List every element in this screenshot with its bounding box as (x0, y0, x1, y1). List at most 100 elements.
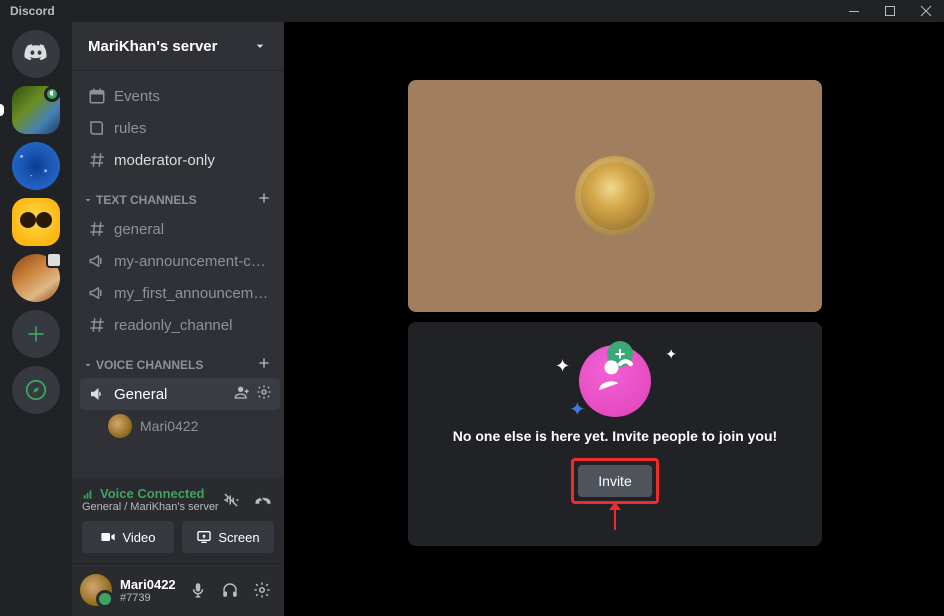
text-channel-announcement-1[interactable]: my-announcement-cha... (80, 245, 280, 277)
voice-channel-general[interactable]: General (80, 378, 280, 410)
invite-button[interactable]: Invite (578, 465, 651, 497)
invite-illustration: ✦✦✦ + (555, 338, 675, 424)
participant-avatar (575, 156, 655, 236)
text-channel-general[interactable]: general (80, 213, 280, 245)
disconnect-icon (254, 491, 272, 509)
chevron-down-icon (252, 38, 268, 54)
discord-icon (23, 41, 49, 67)
megaphone-icon (88, 252, 106, 270)
video-icon (100, 529, 116, 545)
voice-connected-label: Voice Connected (82, 486, 219, 501)
disconnect-button[interactable] (252, 489, 274, 511)
explore-servers-button[interactable] (12, 366, 60, 414)
user-info[interactable]: Mari0422 #7739 (120, 577, 176, 604)
channel-label: my-announcement-cha... (114, 253, 272, 270)
user-tag: #7739 (120, 592, 176, 604)
video-button[interactable]: Video (82, 521, 174, 553)
server-name: MariKhan's server (88, 38, 217, 55)
hash-icon (88, 220, 106, 238)
server-item[interactable] (12, 142, 60, 190)
participant-tile[interactable] (408, 80, 822, 312)
category-label: VOICE CHANNELS (96, 358, 203, 372)
active-indicator (0, 104, 4, 116)
channel-label: General (114, 386, 226, 403)
category-label: TEXT CHANNELS (96, 193, 197, 207)
minimize-button[interactable] (840, 1, 868, 21)
add-server-button[interactable] (12, 310, 60, 358)
plus-icon (256, 355, 272, 371)
deafen-button[interactable] (216, 576, 244, 604)
gear-icon (253, 581, 271, 599)
server-item[interactable] (12, 198, 60, 246)
add-channel-button[interactable] (256, 355, 272, 374)
headphones-icon (221, 581, 239, 599)
events-channel[interactable]: Events (80, 80, 280, 112)
member-name: Mari0422 (140, 418, 198, 434)
channel-label: rules (114, 120, 272, 137)
voice-channel-path: General / MariKhan's server (82, 501, 219, 513)
highlight-box: Invite (571, 458, 658, 504)
channel-label: readonly_channel (114, 317, 272, 334)
window-controls (840, 1, 940, 21)
mic-icon (189, 581, 207, 599)
calendar-icon (88, 87, 106, 105)
channel-label: my_first_announcemen... (114, 285, 272, 302)
megaphone-icon (88, 284, 106, 302)
app-name: Discord (10, 4, 55, 18)
channels-scroll: Events rules moderator-only TEXT CHANNEL… (72, 70, 284, 478)
user-panel: Mari0422 #7739 (72, 564, 284, 616)
titlebar: Discord (0, 0, 944, 22)
speaker-icon (88, 385, 106, 403)
text-channel-announcement-2[interactable]: my_first_announcemen... (80, 277, 280, 309)
event-badge (46, 252, 62, 268)
wave-icon (594, 355, 636, 397)
server-rail (0, 22, 72, 616)
server-header[interactable]: MariKhan's server (72, 22, 284, 70)
invite-tile: ✦✦✦ + No one else is here yet. Invite pe… (408, 322, 822, 546)
voice-stage: ✦✦✦ + No one else is here yet. Invite pe… (284, 22, 944, 616)
user-settings-button[interactable] (248, 576, 276, 604)
moderator-only-channel[interactable]: moderator-only (80, 144, 280, 176)
server-item[interactable] (12, 254, 60, 302)
annotation-arrow (614, 510, 616, 530)
channel-sidebar: MariKhan's server Events rules moderator… (72, 22, 284, 616)
maximize-icon (884, 5, 896, 17)
signal-icon (82, 487, 96, 501)
channel-settings-button[interactable] (256, 384, 272, 404)
voice-badge (44, 86, 60, 102)
username: Mari0422 (120, 577, 176, 592)
voice-channels-category[interactable]: VOICE CHANNELS (80, 341, 280, 378)
chevron-down-icon (82, 359, 94, 371)
text-channel-readonly[interactable]: readonly_channel (80, 309, 280, 341)
channel-label: Events (114, 88, 272, 105)
compass-icon (25, 379, 47, 401)
plus-icon (256, 190, 272, 206)
noise-suppress-button[interactable] (220, 489, 242, 511)
text-channels-category[interactable]: TEXT CHANNELS (80, 176, 280, 213)
minimize-icon (848, 5, 860, 17)
chevron-down-icon (82, 194, 94, 206)
home-button[interactable] (12, 30, 60, 78)
hash-icon (88, 316, 106, 334)
voice-member[interactable]: Mari0422 (80, 410, 280, 442)
channel-label: moderator-only (114, 152, 272, 169)
close-icon (920, 5, 932, 17)
avatar[interactable] (80, 574, 112, 606)
avatar (108, 414, 132, 438)
invite-to-channel-button[interactable] (234, 384, 250, 404)
book-icon (88, 119, 106, 137)
voice-status-panel: Voice Connected General / MariKhan's ser… (72, 478, 284, 564)
channel-label: general (114, 221, 272, 238)
rules-channel[interactable]: rules (80, 112, 280, 144)
empty-state-message: No one else is here yet. Invite people t… (453, 428, 777, 444)
add-user-icon (234, 384, 250, 400)
mute-button[interactable] (184, 576, 212, 604)
add-channel-button[interactable] (256, 190, 272, 209)
screen-share-icon (196, 529, 212, 545)
plus-icon (26, 324, 46, 344)
hash-icon (88, 151, 106, 169)
maximize-button[interactable] (876, 1, 904, 21)
server-item-active[interactable] (12, 86, 60, 134)
screen-share-button[interactable]: Screen (182, 521, 274, 553)
close-button[interactable] (912, 1, 940, 21)
